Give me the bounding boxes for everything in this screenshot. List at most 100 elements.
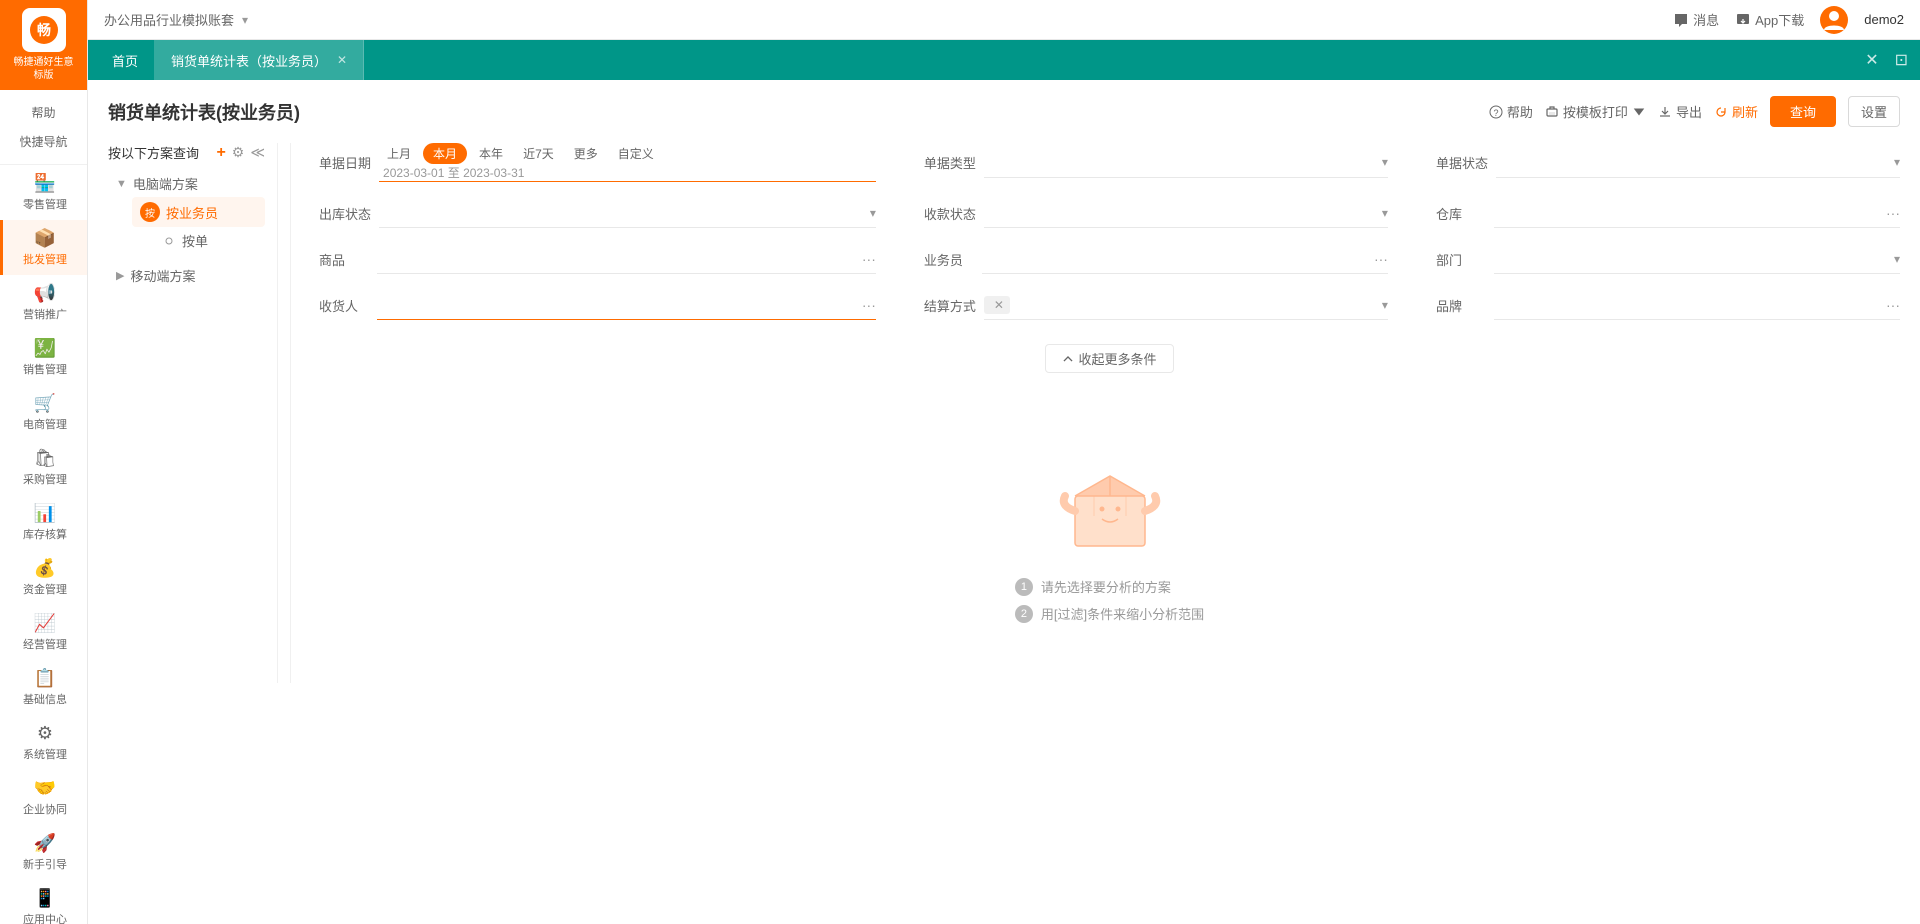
settle-method-clear-btn[interactable]: ✕ [994, 298, 1004, 312]
date-prev-month[interactable]: 上月 [379, 143, 419, 164]
warehouse-control[interactable]: ··· [1494, 198, 1900, 228]
sidebar-item-operation[interactable]: 📈 经营管理 [0, 605, 87, 660]
date-current-month[interactable]: 本月 [423, 143, 467, 164]
quick-nav-label[interactable]: 快捷导航 [19, 127, 67, 156]
doc-status-label: 单据状态 [1436, 153, 1488, 172]
filter-receipt-status: 收款状态 ▾ [924, 198, 1388, 228]
sidebar-item-enterprise[interactable]: 🤝 企业协同 [0, 770, 87, 825]
step-2-num: 2 [1015, 605, 1033, 623]
sidebar-item-retail[interactable]: 🏪 零售管理 [0, 165, 87, 220]
salesperson-dots-icon: ··· [1374, 251, 1388, 267]
topbar: 办公用品行业模拟账套 ▾ 消息 App下载 demo2 [88, 0, 1920, 40]
empty-icon [1050, 441, 1170, 561]
receiver-input[interactable] [377, 297, 876, 312]
doc-status-control[interactable]: ▾ [1496, 148, 1900, 178]
sidebar-item-inventory[interactable]: 📊 库存核算 [0, 495, 87, 550]
settle-method-arrow-icon: ▾ [1382, 298, 1388, 312]
help-btn[interactable]: ? 帮助 [1489, 102, 1533, 121]
date-7days[interactable]: 近7天 [515, 143, 562, 164]
message-action[interactable]: 消息 [1673, 10, 1719, 29]
collapse-icon [1062, 353, 1074, 365]
doc-type-control[interactable]: ▾ [984, 148, 1388, 178]
desktop-scheme-group[interactable]: ▼ 电脑端方案 [108, 170, 265, 197]
settings-btn[interactable]: 设置 [1848, 96, 1900, 127]
ecommerce-label: 电商管理 [23, 416, 67, 432]
dept-label: 部门 [1436, 250, 1486, 269]
receipt-status-control[interactable]: ▾ [984, 198, 1388, 228]
sidebar-item-wholesale[interactable]: 📦 批发管理 [0, 220, 87, 275]
topbar-dropdown[interactable]: ▾ [242, 13, 248, 27]
tab-report-label: 销货单统计表（按业务员） [171, 51, 327, 70]
search-menu-label[interactable]: 帮助 [31, 98, 55, 127]
receiver-control[interactable]: ··· [377, 290, 876, 320]
brand-control[interactable]: ··· [1494, 290, 1900, 320]
logo-icon: 畅 [22, 8, 66, 52]
sidebar-item-appstore[interactable]: 📱 应用中心 [0, 880, 87, 924]
sidebar-item-purchase[interactable]: 🛍 采购管理 [0, 440, 87, 495]
mobile-group-arrow: ▶ [116, 269, 124, 282]
desktop-group-label: 电脑端方案 [133, 174, 198, 193]
sidebar: 畅 畅捷通好生意 标版 帮助 快捷导航 🏪 零售管理 📦 批发管理 📢 营销推广… [0, 0, 88, 924]
sidebar-item-sales[interactable]: 💹 销售管理 [0, 330, 87, 385]
scheme-salesperson-label: 按业务员 [166, 203, 218, 222]
svg-text:畅: 畅 [37, 22, 51, 38]
goods-dots-icon: ··· [862, 251, 876, 267]
mobile-group-header[interactable]: ▶ 移动端方案 [108, 262, 265, 289]
marketing-label: 营销推广 [23, 306, 67, 322]
retail-icon: 🏪 [34, 173, 56, 194]
date-period-selector: 上月 本月 本年 近7天 更多 自定义 [379, 143, 876, 164]
app-download-action[interactable]: App下载 [1735, 10, 1804, 29]
mobile-group-label: 移动端方案 [130, 266, 195, 285]
sidebar-item-system[interactable]: ⚙ 系统管理 [0, 715, 87, 770]
sidebar-logo[interactable]: 畅 畅捷通好生意 标版 [0, 0, 87, 90]
topbar-title: 办公用品行业模拟账套 [104, 10, 234, 29]
settle-method-control[interactable]: ✕ ▾ [984, 290, 1388, 320]
scheme-salesperson[interactable]: 按 按业务员 [132, 197, 265, 227]
tab-home[interactable]: 首页 [96, 40, 155, 80]
sidebar-item-ecommerce[interactable]: 🛒 电商管理 [0, 385, 87, 440]
template-print-btn[interactable]: 按模板打印 [1545, 102, 1646, 121]
scheme-by-order[interactable]: 按单 [132, 227, 265, 254]
tab-close-window-icon[interactable]: ✕ [1861, 46, 1882, 74]
tab-maximize-icon[interactable]: ⊡ [1891, 46, 1912, 74]
query-btn[interactable]: 查询 [1770, 96, 1836, 127]
filter-warehouse: 仓库 ··· [1436, 198, 1900, 228]
enterprise-icon: 🤝 [34, 778, 56, 799]
system-icon: ⚙ [37, 723, 53, 744]
collapse-btn[interactable]: 收起更多条件 [1045, 344, 1173, 373]
export-btn[interactable]: 导出 [1658, 102, 1702, 121]
date-label: 单据日期 [319, 153, 371, 172]
add-scheme-btn[interactable]: + [216, 144, 225, 162]
user-avatar[interactable] [1820, 6, 1848, 34]
tab-report[interactable]: 销货单统计表（按业务员） ✕ [155, 40, 364, 80]
user-name[interactable]: demo2 [1864, 12, 1904, 27]
sidebar-search-section: 帮助 快捷导航 [0, 90, 87, 165]
receiver-dots-icon: ··· [862, 297, 876, 313]
settings-scheme-btn[interactable]: ⚙ [232, 144, 245, 161]
salesperson-control[interactable]: ··· [982, 244, 1388, 274]
sidebar-item-basic[interactable]: 📋 基础信息 [0, 660, 87, 715]
date-more[interactable]: 更多 [566, 143, 606, 164]
filter-row-2: 出库状态 ▾ 收款状态 ▾ [319, 198, 1900, 228]
goods-control[interactable]: ··· [377, 244, 876, 274]
date-custom[interactable]: 自定义 [610, 143, 662, 164]
warehouse-dots-icon: ··· [1886, 205, 1900, 221]
panel-header: 按以下方案查询 + ⚙ ≪ [108, 143, 265, 162]
panel-divider [290, 143, 291, 683]
step-2-text: 用[过滤]条件来缩小分析范围 [1041, 604, 1204, 623]
right-panel: 单据日期 上月 本月 本年 近7天 更多 自定义 20 [303, 143, 1900, 683]
appstore-label: 应用中心 [23, 911, 67, 924]
sidebar-item-finance[interactable]: 💰 资金管理 [0, 550, 87, 605]
sidebar-item-newbie[interactable]: 🚀 新手引导 [0, 825, 87, 880]
dept-control[interactable]: ▾ [1494, 244, 1900, 274]
operation-label: 经营管理 [23, 636, 67, 652]
newbie-label: 新手引导 [23, 856, 67, 872]
collapse-panel-btn[interactable]: ≪ [250, 144, 265, 161]
sidebar-item-marketing[interactable]: 📢 营销推广 [0, 275, 87, 330]
receiver-label: 收货人 [319, 296, 369, 315]
tab-close-icon[interactable]: ✕ [337, 53, 347, 67]
date-current-year[interactable]: 本年 [471, 143, 511, 164]
filter-dept: 部门 ▾ [1436, 244, 1900, 274]
refresh-btn[interactable]: 刷新 [1714, 102, 1758, 121]
out-status-control[interactable]: ▾ [379, 198, 876, 228]
